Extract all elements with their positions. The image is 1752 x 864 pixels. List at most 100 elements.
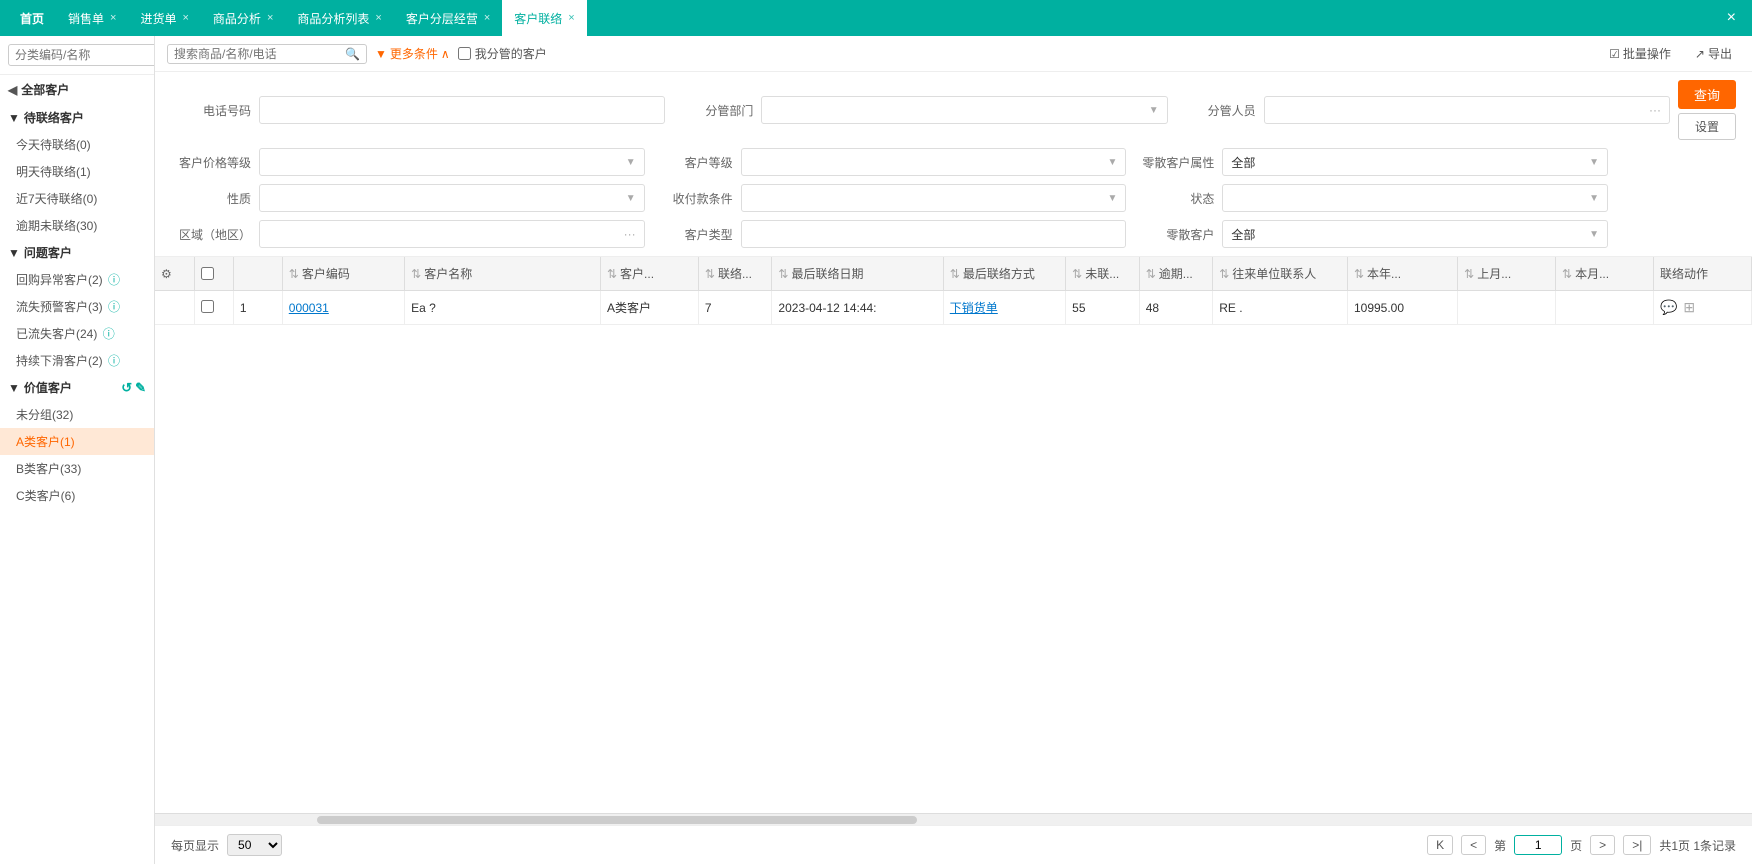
sort-icon-contact: ⇅ (705, 267, 715, 281)
close-window-button[interactable]: × (1719, 9, 1744, 27)
sidebar-item-today[interactable]: 今天待联络(0) (0, 131, 154, 158)
close-product-list-icon[interactable]: × (375, 12, 381, 24)
sidebar-search-input[interactable] (8, 44, 155, 66)
th-category[interactable]: ⇅ 客户... (600, 257, 698, 291)
th-unit-contact[interactable]: ⇅ 往来单位联系人 (1213, 257, 1348, 291)
th-last-month[interactable]: ⇅ 上月... (1458, 257, 1556, 291)
horizontal-scrollbar[interactable] (155, 813, 1752, 825)
sidebar-item-repurchase-abnormal[interactable]: 回购异常客户(2) ⓘ (0, 266, 154, 293)
close-product-analysis-icon[interactable]: × (267, 12, 273, 24)
th-contact[interactable]: ⇅ 联络... (698, 257, 772, 291)
close-customer-contact-icon[interactable]: × (568, 12, 574, 24)
batch-icon: ☑ (1609, 47, 1620, 61)
settings-button[interactable]: 设置 (1678, 113, 1736, 140)
nav-product-analysis[interactable]: 商品分析 × (201, 0, 285, 36)
my-customers-checkbox[interactable]: 我分管的客户 (458, 45, 547, 62)
phone-input[interactable] (259, 96, 665, 124)
price-level-select[interactable]: ▼ (259, 148, 645, 176)
page-label: 第 (1494, 837, 1506, 854)
last-page-button[interactable]: >| (1623, 835, 1651, 855)
sidebar-item-7days[interactable]: 近7天待联络(0) (0, 185, 154, 212)
td-name[interactable]: Ea ? (405, 291, 601, 325)
td-last-contact-method[interactable]: 下销货单 (943, 291, 1065, 325)
more-actions-icon[interactable]: ⊞ (1683, 299, 1695, 316)
filter-row-3: 性质 ▼ 收付款条件 ▼ 状态 ▼ (171, 184, 1736, 212)
customer-level-select[interactable]: ▼ (741, 148, 1127, 176)
payment-select[interactable]: ▼ (741, 184, 1127, 212)
page-input[interactable] (1523, 838, 1553, 852)
th-last-contact-date[interactable]: ⇅ 最后联络日期 (772, 257, 943, 291)
close-sales-icon[interactable]: × (110, 12, 116, 24)
td-category: A类客户 (600, 291, 698, 325)
td-actions: 💬 ⊞ (1653, 291, 1751, 325)
next-page-button[interactable]: > (1590, 835, 1615, 855)
sidebar-item-declining[interactable]: 持续下滑客户(2) ⓘ (0, 347, 154, 374)
first-page-button[interactable]: K (1427, 835, 1453, 855)
query-button[interactable]: 查询 (1678, 80, 1736, 109)
person-label: 分管人员 (1176, 102, 1256, 119)
close-customer-segment-icon[interactable]: × (484, 12, 490, 24)
nature-select[interactable]: ▼ (259, 184, 645, 212)
search-input[interactable] (174, 47, 345, 61)
th-name[interactable]: ⇅ 客户名称 (405, 257, 601, 291)
sidebar-item-tomorrow[interactable]: 明天待联络(1) (0, 158, 154, 185)
sidebar-item-lost[interactable]: 已流失客户(24) ⓘ (0, 320, 154, 347)
retail-customer-select[interactable]: 全部 ▼ (1222, 220, 1608, 248)
prev-page-button[interactable]: < (1461, 835, 1486, 855)
retail-attr-label: 零散客户属性 (1134, 154, 1214, 171)
th-last-contact-method[interactable]: ⇅ 最后联络方式 (943, 257, 1065, 291)
sidebar-item-overdue[interactable]: 逾期未联络(30) (0, 212, 154, 239)
sort-icon-name: ⇅ (411, 267, 421, 281)
my-customers-check[interactable] (458, 47, 471, 60)
export-button[interactable]: ↗ 导出 (1687, 42, 1740, 65)
nav-home[interactable]: 首页 (8, 0, 56, 36)
nav-sales[interactable]: 销售单 × (56, 0, 128, 36)
message-icon[interactable]: 💬 (1660, 299, 1677, 316)
region-dots-icon[interactable]: ··· (624, 227, 636, 241)
refresh-icon[interactable]: ↺ (121, 380, 132, 396)
sidebar-all-customers[interactable]: ◀ 全部客户 (0, 75, 154, 104)
customer-level-arrow-icon: ▼ (1107, 157, 1117, 168)
th-no-contact[interactable]: ⇅ 未联... (1066, 257, 1140, 291)
export-icon: ↗ (1695, 47, 1705, 61)
per-page-select[interactable]: 50 100 200 (227, 834, 282, 856)
sidebar-item-a-class[interactable]: A类客户(1) (0, 428, 154, 455)
close-purchase-icon[interactable]: × (182, 12, 188, 24)
dept-select[interactable]: ▼ (761, 96, 1167, 124)
person-dots-icon[interactable]: ··· (1649, 103, 1661, 117)
nav-customer-segment[interactable]: 客户分层经营 × (394, 0, 502, 36)
tri-down-icon-3: ▼ (8, 381, 20, 395)
sidebar-item-ungrouped[interactable]: 未分组(32) (0, 401, 154, 428)
table-gear-icon[interactable]: ⚙ (161, 267, 172, 281)
nav-purchase[interactable]: 进货单 × (128, 0, 200, 36)
more-conditions-button[interactable]: ▼ 更多条件 ∧ (375, 45, 450, 62)
table-select-all[interactable] (201, 267, 214, 280)
customer-type-select[interactable] (741, 220, 1127, 248)
sidebar-problem-customers-category[interactable]: ▼ 问题客户 (0, 239, 154, 266)
th-overdue[interactable]: ⇅ 逾期... (1139, 257, 1213, 291)
nav-product-analysis-list[interactable]: 商品分析列表 × (285, 0, 393, 36)
sidebar-value-customers-category[interactable]: ▼ 价值客户 ↺ ✎ (0, 374, 154, 401)
edit-icon[interactable]: ✎ (135, 380, 146, 396)
toolbar-search-icon[interactable]: 🔍 (345, 47, 360, 61)
sort-icon-date: ⇅ (778, 267, 788, 281)
batch-ops-button[interactable]: ☑ 批量操作 (1601, 42, 1679, 65)
sidebar-search-container: 🔍 (0, 36, 154, 75)
sidebar: 🔍 ◀ 全部客户 ▼ 待联络客户 今天待联络(0) 明天待联络(1) 近7天待联… (0, 36, 155, 864)
payment-label: 收付款条件 (653, 190, 733, 207)
sidebar-item-b-class[interactable]: B类客户(33) (0, 455, 154, 482)
th-this-month[interactable]: ⇅ 本月... (1556, 257, 1654, 291)
td-code[interactable]: 000031 (282, 291, 404, 325)
status-select[interactable]: ▼ (1222, 184, 1608, 212)
th-code[interactable]: ⇅ 客户编码 (282, 257, 404, 291)
row-checkbox[interactable] (201, 300, 214, 313)
scrollbar-thumb[interactable] (317, 816, 917, 824)
nav-customer-contact[interactable]: 客户联络 × (502, 0, 586, 36)
sidebar-item-loss-warning[interactable]: 流失预警客户(3) ⓘ (0, 293, 154, 320)
sidebar-item-c-class[interactable]: C类客户(6) (0, 482, 154, 509)
th-this-year[interactable]: ⇅ 本年... (1347, 257, 1457, 291)
retail-attr-select[interactable]: 全部 ▼ (1222, 148, 1608, 176)
sidebar-pending-contact-category[interactable]: ▼ 待联络客户 (0, 104, 154, 131)
person-select[interactable]: ··· (1264, 96, 1670, 124)
region-select[interactable]: ··· (259, 220, 645, 248)
